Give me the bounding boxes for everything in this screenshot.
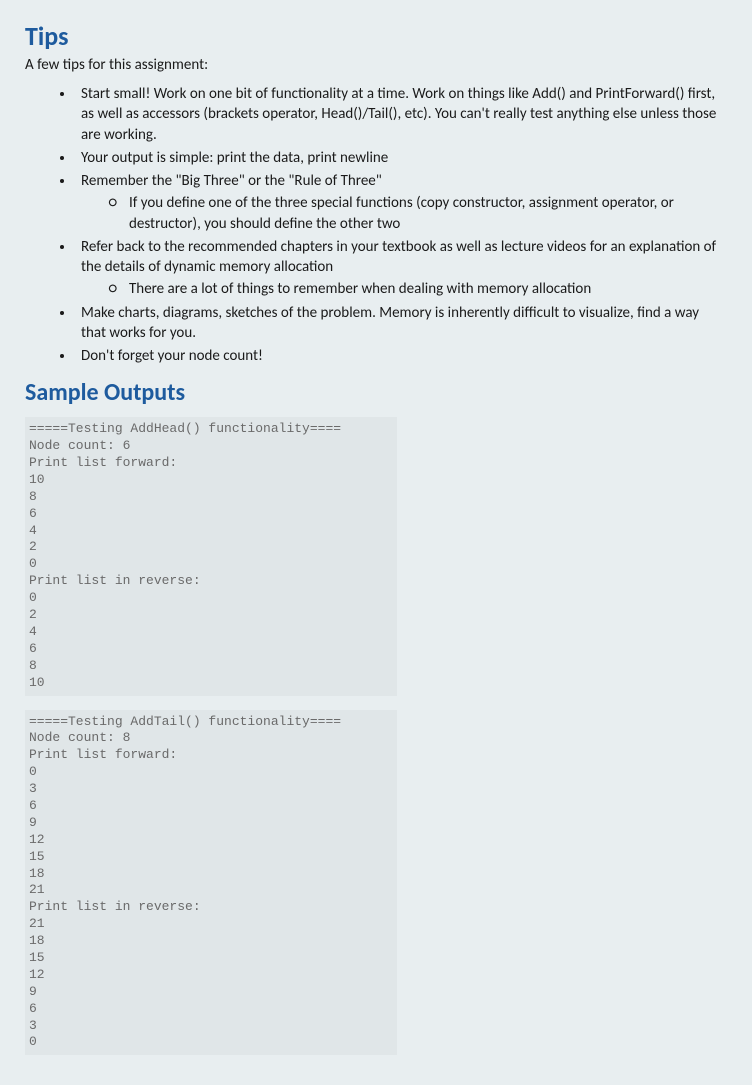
tip-text: Start small! Work on one bit of function… <box>81 85 716 144</box>
sample-outputs-heading: Sample Outputs <box>25 378 727 407</box>
tips-intro: A few tips for this assignment: <box>25 56 727 74</box>
list-item: Your output is simple: print the data, p… <box>75 148 727 168</box>
output-block-addhead: =====Testing AddHead() functionality====… <box>25 417 397 695</box>
list-item: There are a lot of things to remember wh… <box>127 279 727 299</box>
output-block-addtail: =====Testing AddTail() functionality====… <box>25 710 397 1056</box>
tip-text: Make charts, diagrams, sketches of the p… <box>81 304 699 342</box>
tips-heading: Tips <box>25 20 727 52</box>
sub-list: There are a lot of things to remember wh… <box>81 279 727 299</box>
tip-text: Don't forget your node count! <box>81 347 263 365</box>
sub-tip-text: There are a lot of things to remember wh… <box>129 280 591 298</box>
list-item: If you define one of the three special f… <box>127 193 727 234</box>
tip-text: Refer back to the recommended chapters i… <box>81 238 716 276</box>
list-item: Make charts, diagrams, sketches of the p… <box>75 303 727 344</box>
tip-text: Remember the "Big Three" or the "Rule of… <box>81 172 382 190</box>
list-item: Don't forget your node count! <box>75 346 727 366</box>
tip-text: Your output is simple: print the data, p… <box>81 149 388 167</box>
list-item: Remember the "Big Three" or the "Rule of… <box>75 171 727 234</box>
sub-tip-text: If you define one of the three special f… <box>129 194 674 232</box>
list-item: Start small! Work on one bit of function… <box>75 84 727 145</box>
list-item: Refer back to the recommended chapters i… <box>75 237 727 300</box>
tips-list: Start small! Work on one bit of function… <box>25 84 727 366</box>
sub-list: If you define one of the three special f… <box>81 193 727 234</box>
